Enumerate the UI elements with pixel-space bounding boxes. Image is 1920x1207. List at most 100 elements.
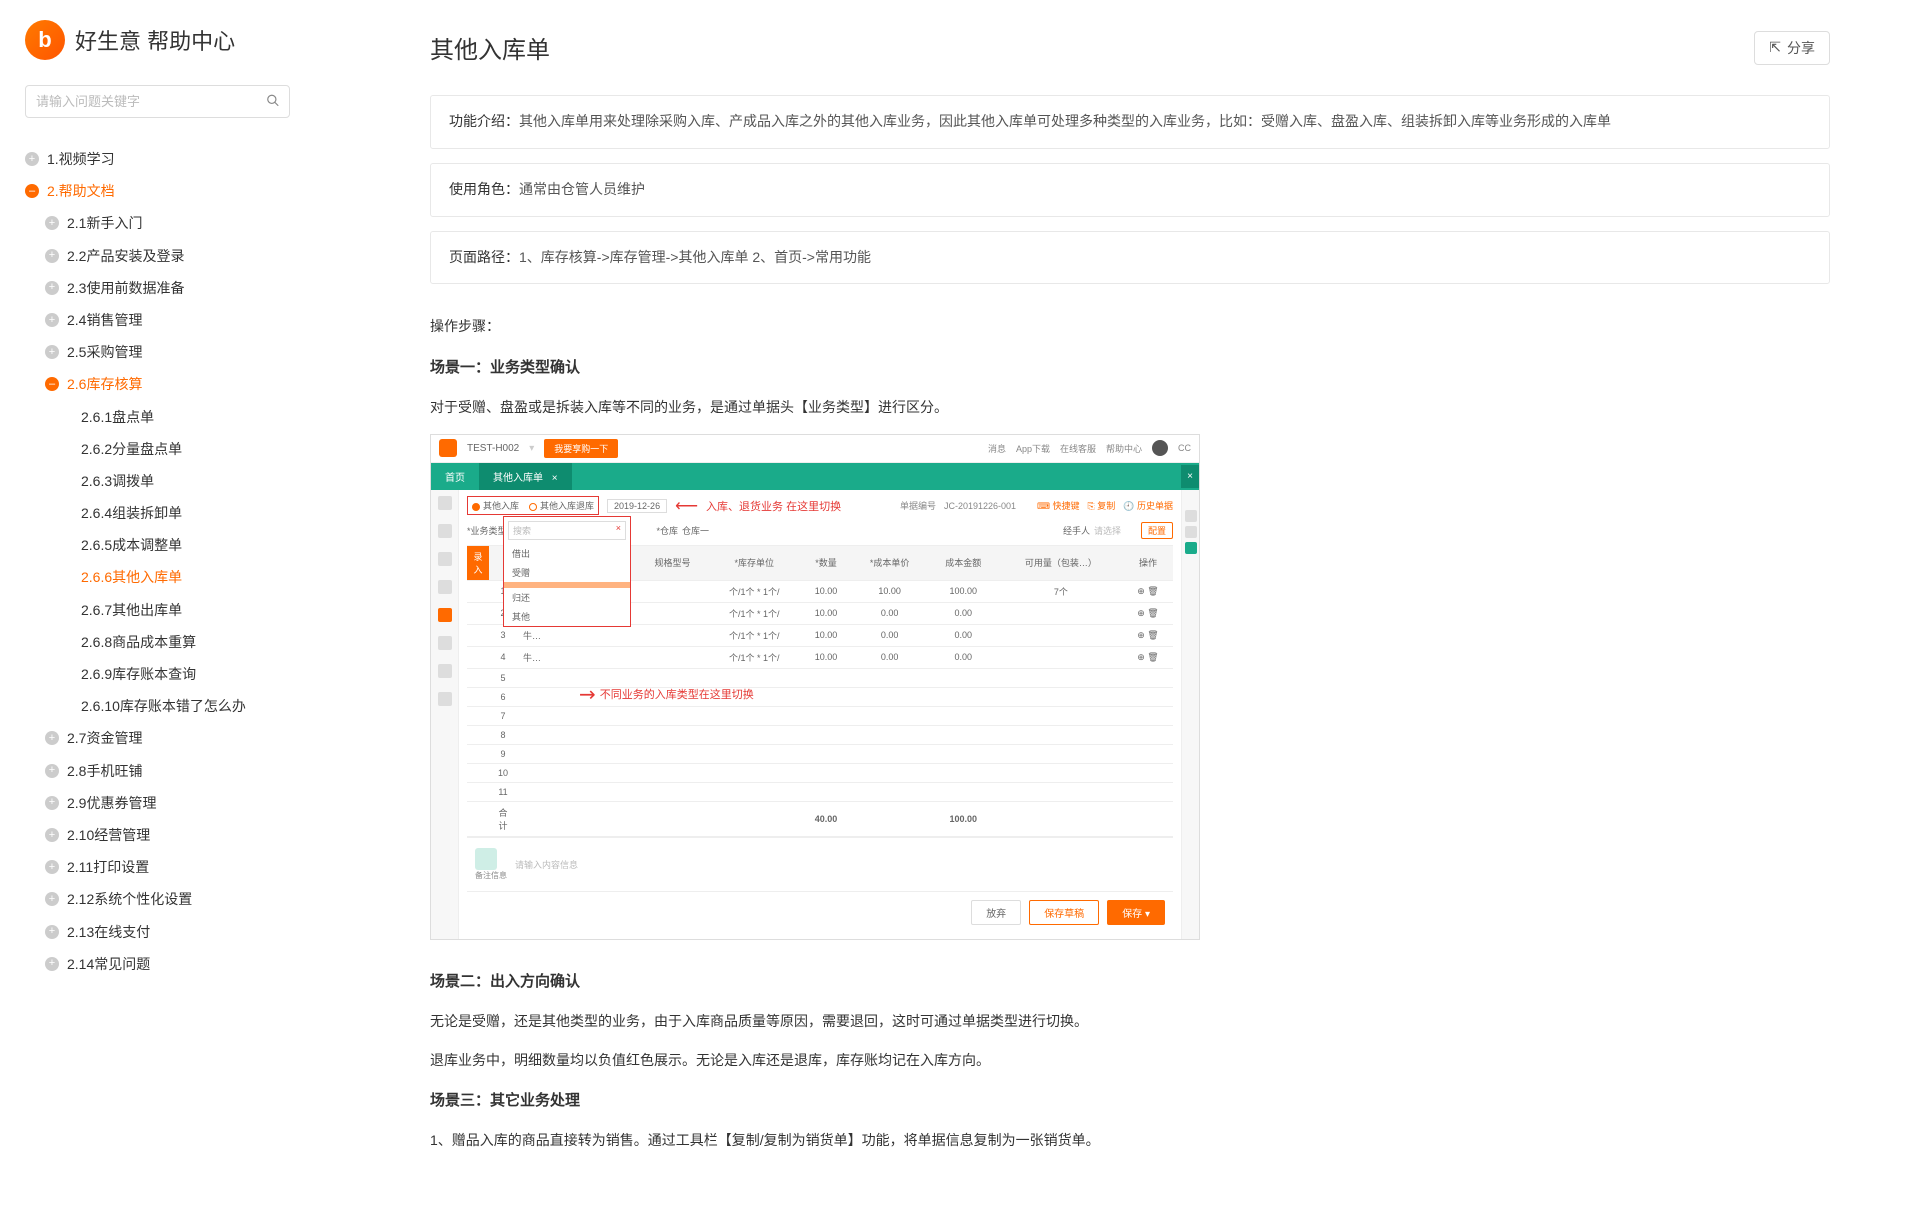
mock-topbar: TEST-H002 ▾ 我要享购一下 消息 App下载 在线客服 帮助中心 CC: [431, 435, 1199, 463]
nav-item-2-8[interactable]: +2.8手机旺铺: [25, 755, 290, 787]
mock-save-button: 保存 ▾: [1107, 900, 1165, 925]
redbox-radio: 其他入库 其他入库退库: [467, 496, 599, 515]
mock-radio-in: 其他入库: [483, 501, 519, 511]
th: 操作: [1123, 545, 1173, 580]
remark-icon: [475, 848, 497, 870]
mock-form: 其他入库 其他入库退库 2019-12-26 ⟵ 入库、退货业务 在这里切换 单…: [459, 490, 1181, 939]
nav-label: 2.6.4组装拆卸单: [81, 505, 182, 521]
nav-label: 2.帮助文档: [47, 175, 115, 207]
scene2-title: 场景二：出入方向确认: [430, 968, 1830, 995]
nav-label: 1.视频学习: [47, 143, 115, 175]
mock-tabs: 首页 其他入库单 × ×: [431, 463, 1199, 490]
mock-docno: JC-20191226-001: [944, 501, 1016, 511]
nav-item-2-10[interactable]: +2.10经营管理: [25, 819, 290, 851]
minus-icon: –: [45, 377, 59, 391]
mock-link: App下载: [1016, 442, 1050, 455]
nav-item-docs[interactable]: –2.帮助文档: [25, 175, 290, 207]
mock-cancel-button: 放弃: [971, 900, 1021, 925]
th: *数量: [800, 545, 851, 580]
mock-link: 帮助中心: [1106, 442, 1142, 455]
nav-item-2-14[interactable]: +2.14常见问题: [25, 948, 290, 980]
scene2-p1: 无论是受赠，还是其他类型的业务，由于入库商品质量等原因，需要退回，这时可通过单据…: [430, 1009, 1830, 1034]
nav-item-2-7[interactable]: +2.7资金管理: [25, 722, 290, 754]
nav-item-2-5[interactable]: +2.5采购管理: [25, 336, 290, 368]
nav-label: 2.3使用前数据准备: [67, 272, 184, 304]
nav-label: 2.6.10库存账本错了怎么办: [81, 698, 246, 714]
brand-name: 好生意: [75, 29, 141, 54]
nav-tree: +1.视频学习 –2.帮助文档 +2.1新手入门 +2.2产品安装及登录 +2.…: [25, 143, 290, 980]
mock-field-value: 仓库一: [682, 524, 709, 537]
nav-label: 2.6.9库存账本查询: [81, 666, 196, 682]
nav-item-2-13[interactable]: +2.13在线支付: [25, 916, 290, 948]
search-icon[interactable]: [266, 93, 280, 110]
dd-item: 其他: [504, 607, 630, 626]
nav-label: 2.6.1盘点单: [81, 409, 154, 425]
nav-item-2-6-7[interactable]: 2.6.7其他出库单: [25, 594, 290, 626]
nav-label: 2.6.7其他出库单: [81, 602, 182, 618]
annotation-text: 入库、退货业务 在这里切换: [706, 498, 841, 514]
mock-footer: 放弃 保存草稿 保存 ▾: [467, 891, 1173, 933]
share-button[interactable]: ⇱ 分享: [1754, 31, 1830, 65]
nav-label: 2.9优惠券管理: [67, 787, 156, 819]
nav-item-video[interactable]: +1.视频学习: [25, 143, 290, 175]
scene2-p2: 退库业务中，明细数量均以负值红色展示。无论是入库还是退库，库存账均记在入库方向。: [430, 1048, 1830, 1073]
info-text: 1、库存核算->库存管理->其他入库单 2、首页->常用功能: [519, 249, 871, 265]
plus-icon: +: [45, 957, 59, 971]
share-label: 分享: [1787, 38, 1815, 58]
brand-logo-icon: b: [25, 20, 65, 60]
nav-item-2-11[interactable]: +2.11打印设置: [25, 851, 290, 883]
nav-label: 2.4销售管理: [67, 304, 142, 336]
share-icon: ⇱: [1769, 39, 1781, 56]
table-row: 5: [467, 668, 1173, 687]
remark-label: 备注信息: [475, 870, 507, 881]
search-box: [25, 85, 290, 118]
minus-icon: –: [25, 184, 39, 198]
nav-label: 2.6.5成本调整单: [81, 537, 182, 553]
table-row: 3牛…个/1个 * 1个/10.000.000.00⊕ 🗑: [467, 624, 1173, 646]
brand: b 好生意 帮助中心: [25, 20, 290, 60]
mock-close-icon: ×: [1181, 465, 1199, 488]
dd-item: 借出: [504, 544, 630, 563]
info-text: 其他入库单用来处理除采购入库、产成品入库之外的其他入库业务，因此其他入库单可处理…: [519, 113, 1611, 129]
nav-item-2-6-8[interactable]: 2.6.8商品成本重算: [25, 626, 290, 658]
nav-item-2-9[interactable]: +2.9优惠券管理: [25, 787, 290, 819]
nav-item-2-1[interactable]: +2.1新手入门: [25, 207, 290, 239]
annotation-below: ↗ 不同业务的入库类型在这里切换: [579, 682, 754, 707]
plus-icon: +: [45, 731, 59, 745]
mock-promo-button: 我要享购一下: [544, 439, 618, 458]
article-body: 操作步骤： 场景一：业务类型确认 对于受赠、盘盈或是拆装入库等不同的业务，是通过…: [430, 314, 1830, 1153]
nav-item-2-6-6[interactable]: 2.6.6其他入库单: [25, 561, 290, 593]
nav-label: 2.6.8商品成本重算: [81, 634, 196, 650]
nav-item-2-12[interactable]: +2.12系统个性化设置: [25, 883, 290, 915]
redbox-dropdown: 搜索× 借出 受赠 归还 其他: [503, 516, 631, 627]
mock-field-value: 请选择: [1094, 524, 1121, 537]
nav-item-2-2[interactable]: +2.2产品安装及登录: [25, 240, 290, 272]
arrow-icon: ⟵: [675, 496, 698, 516]
nav-item-2-6-1[interactable]: 2.6.1盘点单: [25, 401, 290, 433]
table-row: 10: [467, 763, 1173, 782]
brand-title: 好生意 帮助中心: [75, 24, 235, 56]
nav-item-2-3[interactable]: +2.3使用前数据准备: [25, 272, 290, 304]
mock-date: 2019-12-26: [607, 499, 667, 513]
nav-item-2-6-3[interactable]: 2.6.3调拨单: [25, 465, 290, 497]
nav-item-2-6-9[interactable]: 2.6.9库存账本查询: [25, 658, 290, 690]
table-row: 8: [467, 725, 1173, 744]
info-box-path: 页面路径：1、库存核算->库存管理->其他入库单 2、首页->常用功能: [430, 231, 1830, 285]
nav-label: 2.8手机旺铺: [67, 755, 142, 787]
info-text: 通常由仓管人员维护: [519, 181, 645, 197]
nav-item-2-4[interactable]: +2.4销售管理: [25, 304, 290, 336]
sidebar: b 好生意 帮助中心 +1.视频学习 –2.帮助文档 +2.1新手入门 +2.2…: [0, 0, 310, 1207]
mock-remark-row: 备注信息 请输入内容信息: [467, 837, 1173, 891]
nav-label: 2.2产品安装及登录: [67, 240, 184, 272]
mock-link: 消息: [988, 442, 1006, 455]
nav-item-2-6-2[interactable]: 2.6.2分量盘点单: [25, 433, 290, 465]
main-content: 其他入库单 ⇱ 分享 功能介绍：其他入库单用来处理除采购入库、产成品入库之外的其…: [310, 0, 1920, 1207]
nav-label: 2.7资金管理: [67, 722, 142, 754]
nav-item-2-6-10[interactable]: 2.6.10库存账本错了怎么办: [25, 690, 290, 722]
nav-item-2-6-4[interactable]: 2.6.4组装拆卸单: [25, 497, 290, 529]
nav-label: 2.5采购管理: [67, 336, 142, 368]
nav-item-2-6-5[interactable]: 2.6.5成本调整单: [25, 529, 290, 561]
remark-placeholder: 请输入内容信息: [515, 858, 1165, 871]
nav-item-2-6[interactable]: –2.6库存核算: [25, 368, 290, 400]
search-input[interactable]: [25, 85, 290, 118]
